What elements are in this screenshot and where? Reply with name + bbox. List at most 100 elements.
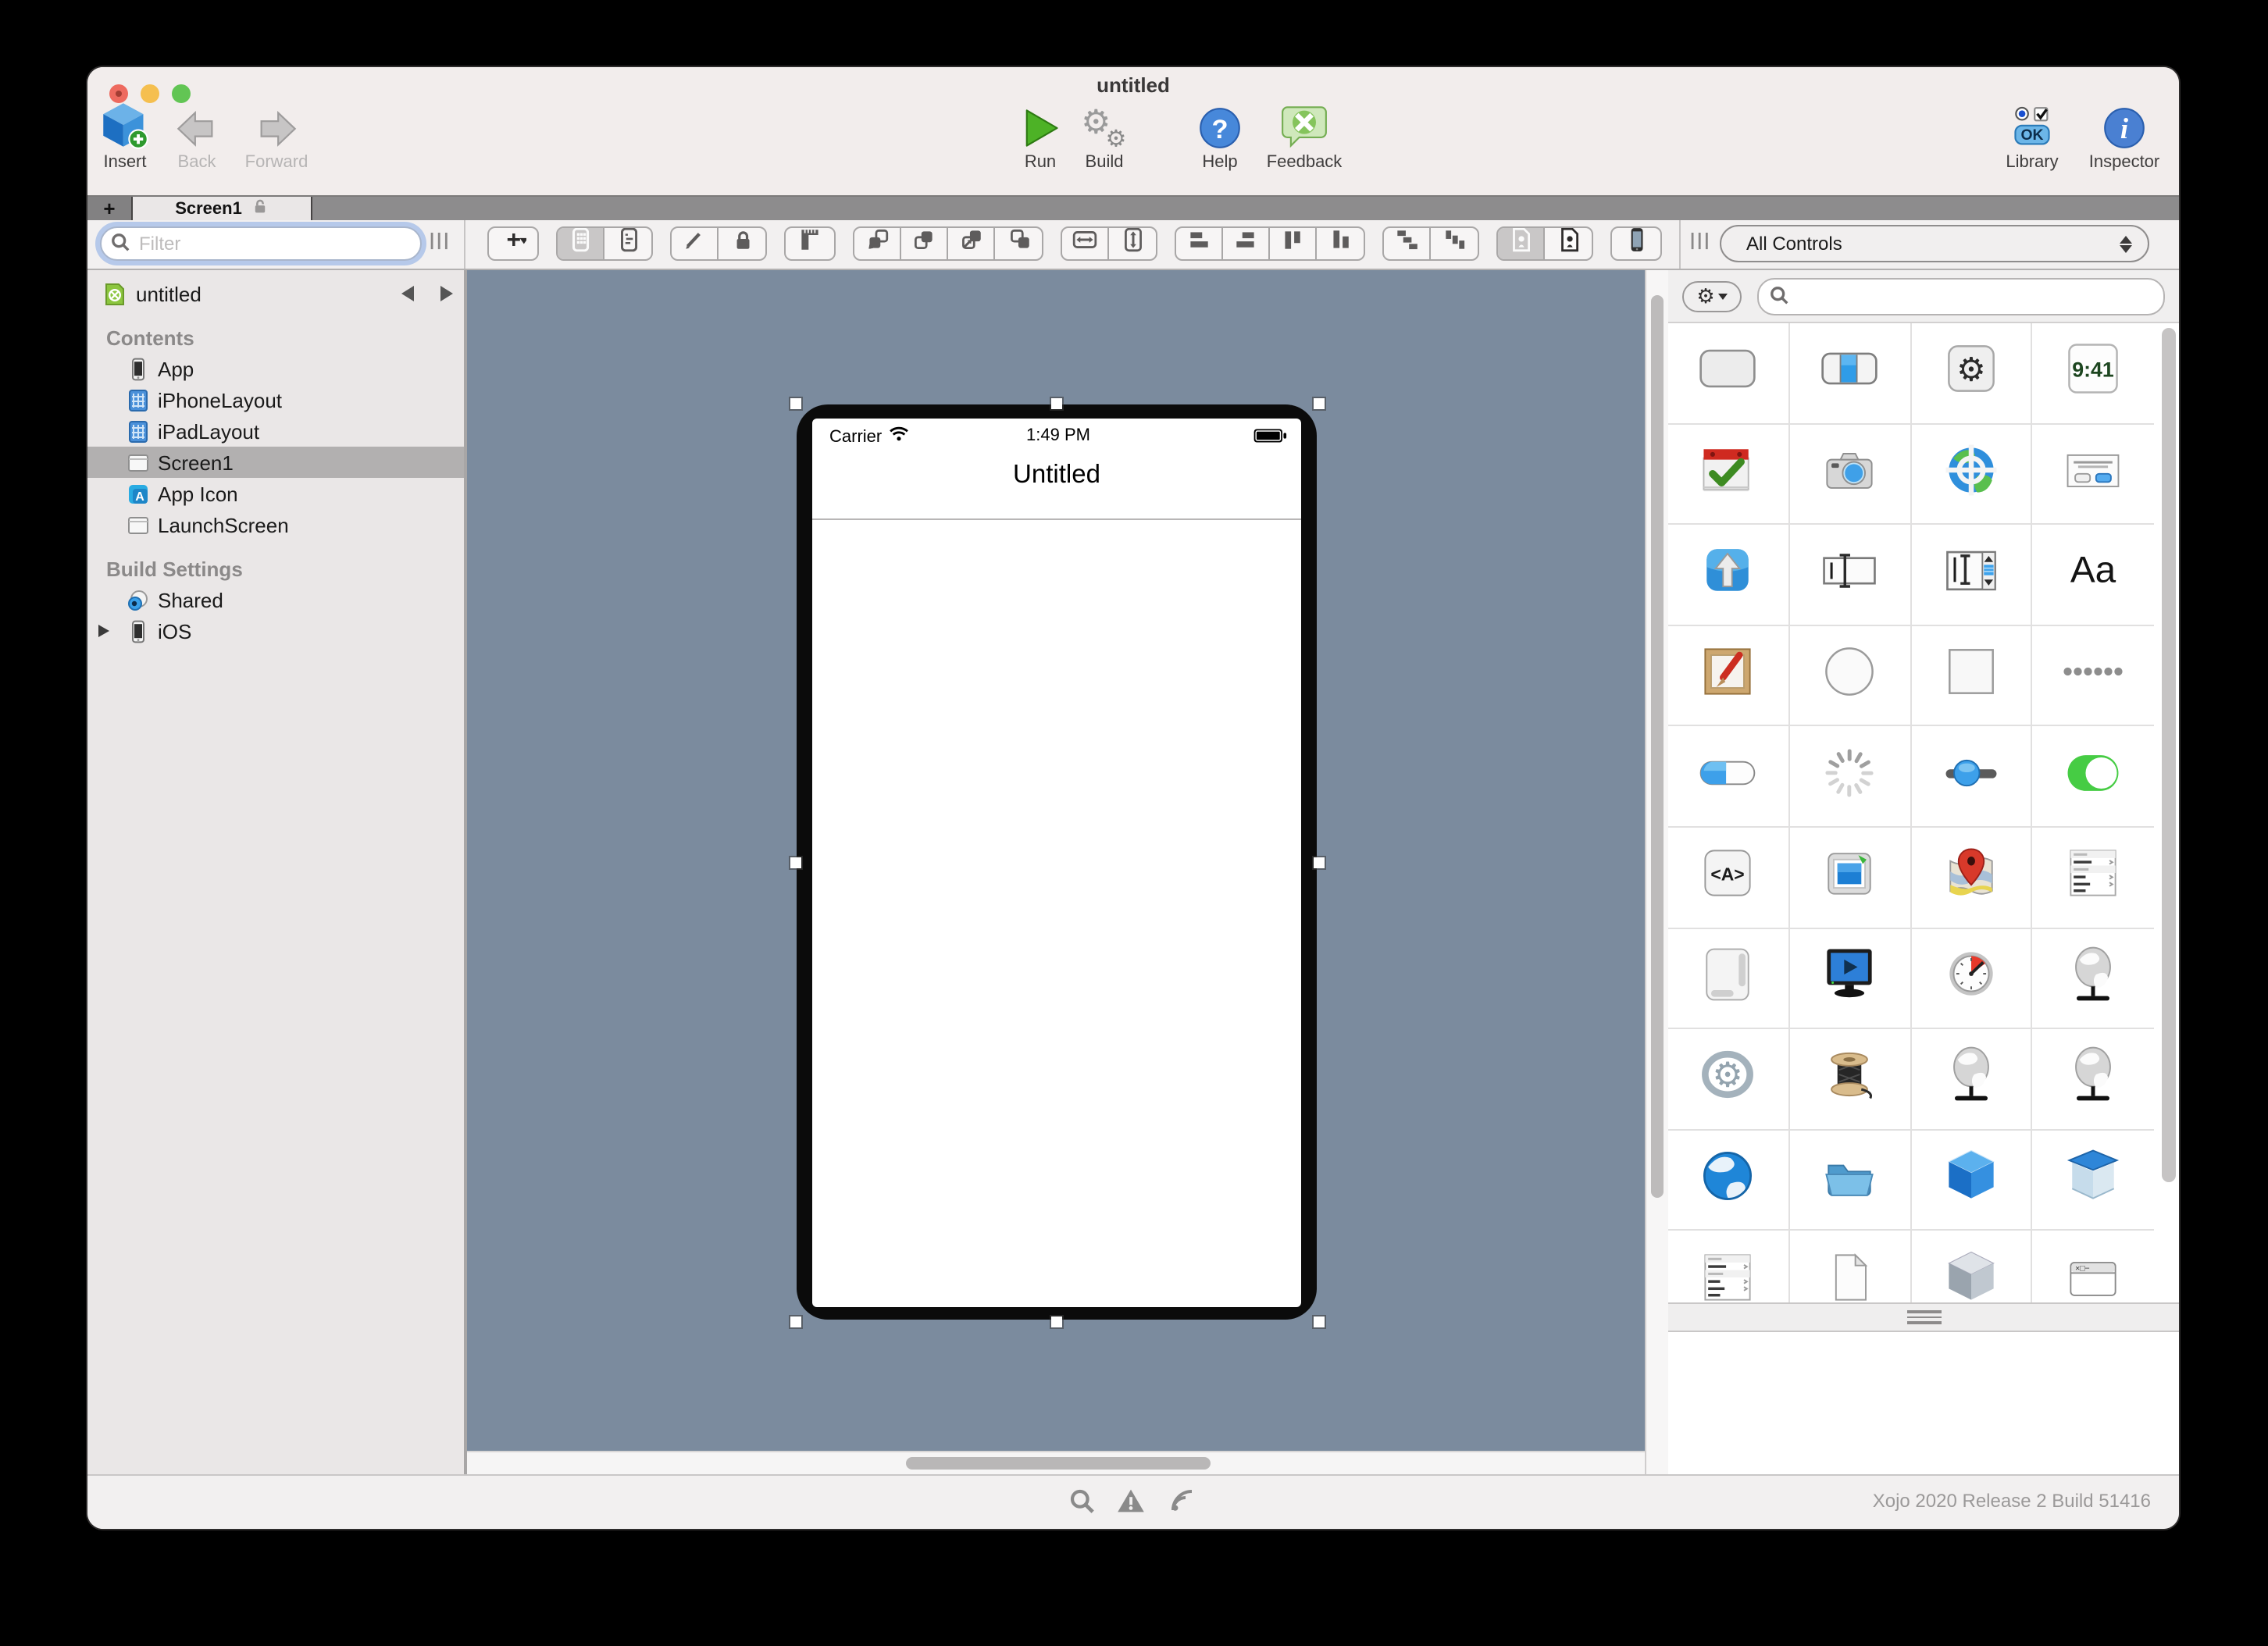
canvas-vertical-scrollbar[interactable]: [1645, 270, 1668, 1474]
nav-back-icon[interactable]: [401, 286, 414, 301]
panel-grip-icon[interactable]: |||: [430, 231, 451, 250]
sidebar-item-iphonelayout[interactable]: iPhoneLayout: [87, 384, 464, 415]
feedback-button[interactable]: Feedback: [1245, 97, 1364, 172]
navigator-project-row[interactable]: untitled: [87, 278, 464, 309]
build-button[interactable]: ⚙ ⚙ Build: [1045, 97, 1164, 172]
library-item-blue-globe[interactable]: [1668, 1130, 1790, 1231]
nav-forward-icon[interactable]: [440, 286, 453, 301]
selection-handle[interactable]: [790, 857, 801, 868]
sidebar-item-launchscreen[interactable]: LaunchScreen: [87, 509, 464, 540]
library-item-window-frame[interactable]: ×□−: [2033, 1231, 2155, 1302]
library-grip-icon[interactable]: |||: [1690, 231, 1711, 250]
library-item-calendar-check[interactable]: [1668, 424, 1790, 526]
warnings-icon[interactable]: [1117, 1488, 1145, 1521]
sidebar-item-screen1[interactable]: Screen1: [87, 447, 464, 478]
library-item-gear-ring[interactable]: ⚙: [1668, 1029, 1790, 1131]
selection-handle[interactable]: [1051, 397, 1062, 408]
library-item-image-viewer[interactable]: [1789, 827, 1911, 929]
edit-mode-button[interactable]: [672, 228, 719, 259]
library-item-gear-box[interactable]: ⚙: [1911, 323, 2033, 425]
library-scrollbar-thumb[interactable]: [2162, 328, 2176, 1182]
search-errors-icon[interactable]: [1069, 1488, 1096, 1523]
space-vertical-button[interactable]: [1431, 228, 1478, 259]
sidebar-item-app-icon[interactable]: A App Icon: [87, 478, 464, 509]
layout-canvas[interactable]: Carrier 1:49 PM Untitled: [467, 270, 1645, 1474]
selection-handle[interactable]: [1313, 857, 1324, 868]
library-item-blue-cube[interactable]: [1911, 1130, 2033, 1231]
forward-button[interactable]: Forward: [217, 97, 336, 172]
add-tab-button[interactable]: +: [87, 197, 133, 220]
library-item-movie-player[interactable]: [1789, 928, 1911, 1030]
library-item-text-field[interactable]: [1789, 525, 1911, 626]
tab-screen1[interactable]: Screen1: [133, 197, 312, 220]
library-item-gray-cube[interactable]: [1911, 1231, 2033, 1302]
library-item-glass-cube[interactable]: [2032, 1131, 2154, 1231]
align-left-button[interactable]: [1176, 228, 1223, 259]
library-item-oval[interactable]: [1789, 625, 1911, 727]
library-item-folder[interactable]: [1789, 1130, 1911, 1231]
layout-view-button[interactable]: [558, 228, 604, 259]
library-item-slider[interactable]: [1911, 726, 2033, 828]
library-item-text-area[interactable]: [1911, 525, 2033, 626]
library-item-label-Aa[interactable]: Aa: [2032, 525, 2154, 626]
library-item-camera[interactable]: [1789, 424, 1911, 526]
library-item-network-globe[interactable]: [1911, 1029, 2033, 1131]
selection-handle[interactable]: [1313, 1316, 1324, 1327]
disclosure-icon[interactable]: [98, 625, 109, 637]
library-item-network-globe[interactable]: [2032, 928, 2154, 1030]
selection-handle[interactable]: [790, 397, 801, 408]
library-search-input[interactable]: [1796, 279, 2157, 313]
device-button[interactable]: [1610, 226, 1662, 261]
library-item-item-list[interactable]: [1668, 1231, 1790, 1302]
selection-handle[interactable]: [1051, 1316, 1062, 1327]
library-item-activity-spinner[interactable]: [1789, 726, 1911, 828]
canvas-horizontal-scrollbar[interactable]: [467, 1451, 1645, 1474]
library-item-timer[interactable]: [1911, 928, 2033, 1030]
library-item-thread-spool[interactable]: [1789, 1029, 1911, 1131]
sidebar-item-shared[interactable]: Shared: [87, 584, 464, 615]
inspector-button[interactable]: i Inspector: [2065, 97, 2179, 172]
selection-handle[interactable]: [1313, 397, 1324, 408]
library-item-message-dialog[interactable]: [2032, 424, 2154, 526]
order-forward-button[interactable]: [901, 228, 948, 259]
ruler-button[interactable]: [784, 226, 836, 261]
library-item-document[interactable]: [1790, 1231, 1911, 1302]
fit-width-button[interactable]: [1062, 228, 1109, 259]
order-back-button[interactable]: [995, 228, 1042, 259]
portrait-button[interactable]: [1498, 228, 1545, 259]
library-item-progress-bar[interactable]: [1668, 726, 1790, 828]
library-item-paint-canvas[interactable]: [1668, 625, 1790, 727]
library-item-share-arrow[interactable]: [1668, 525, 1790, 626]
code-view-button[interactable]: [604, 228, 651, 259]
lock-button[interactable]: [719, 228, 765, 259]
align-bottom-button[interactable]: [1317, 228, 1364, 259]
library-settings-button[interactable]: ⚙: [1682, 280, 1742, 312]
library-item-network-globe[interactable]: [2032, 1029, 2154, 1131]
landscape-button[interactable]: [1545, 228, 1592, 259]
library-item-rounded-button[interactable]: [1668, 323, 1790, 425]
vscroll-thumb[interactable]: [1650, 295, 1663, 1198]
phone-screen[interactable]: Carrier 1:49 PM Untitled: [812, 419, 1301, 1307]
feed-icon[interactable]: [1170, 1488, 1195, 1521]
panel-splitter[interactable]: [1668, 1302, 2179, 1332]
library-item-clock-941[interactable]: 9:41: [2032, 323, 2154, 425]
library-item-globe-crosshair[interactable]: [1911, 424, 2033, 526]
sidebar-item-ios[interactable]: iOS: [87, 615, 464, 647]
library-item-blue-segment-bar[interactable]: [1789, 323, 1911, 425]
align-top-button[interactable]: [1270, 228, 1317, 259]
order-front-button[interactable]: [854, 228, 901, 259]
library-category-popup[interactable]: All Controls: [1720, 225, 2149, 262]
order-backward-button[interactable]: [948, 228, 995, 259]
selection-handle[interactable]: [790, 1316, 801, 1327]
align-right-button[interactable]: [1223, 228, 1270, 259]
space-horizontal-button[interactable]: [1384, 228, 1431, 259]
library-item-rectangle[interactable]: [1911, 625, 2033, 727]
fit-height-button[interactable]: [1109, 228, 1156, 259]
library-item-map-pin[interactable]: [1911, 827, 2033, 929]
library-item-item-list[interactable]: [2032, 828, 2154, 929]
filter-input[interactable]: [100, 226, 422, 261]
library-item-html-viewer[interactable]: <A>: [1668, 827, 1790, 929]
sidebar-item-app[interactable]: App: [87, 353, 464, 384]
library-item-dots-separator[interactable]: [2032, 626, 2154, 727]
library-item-scroll-view[interactable]: [1668, 928, 1790, 1030]
